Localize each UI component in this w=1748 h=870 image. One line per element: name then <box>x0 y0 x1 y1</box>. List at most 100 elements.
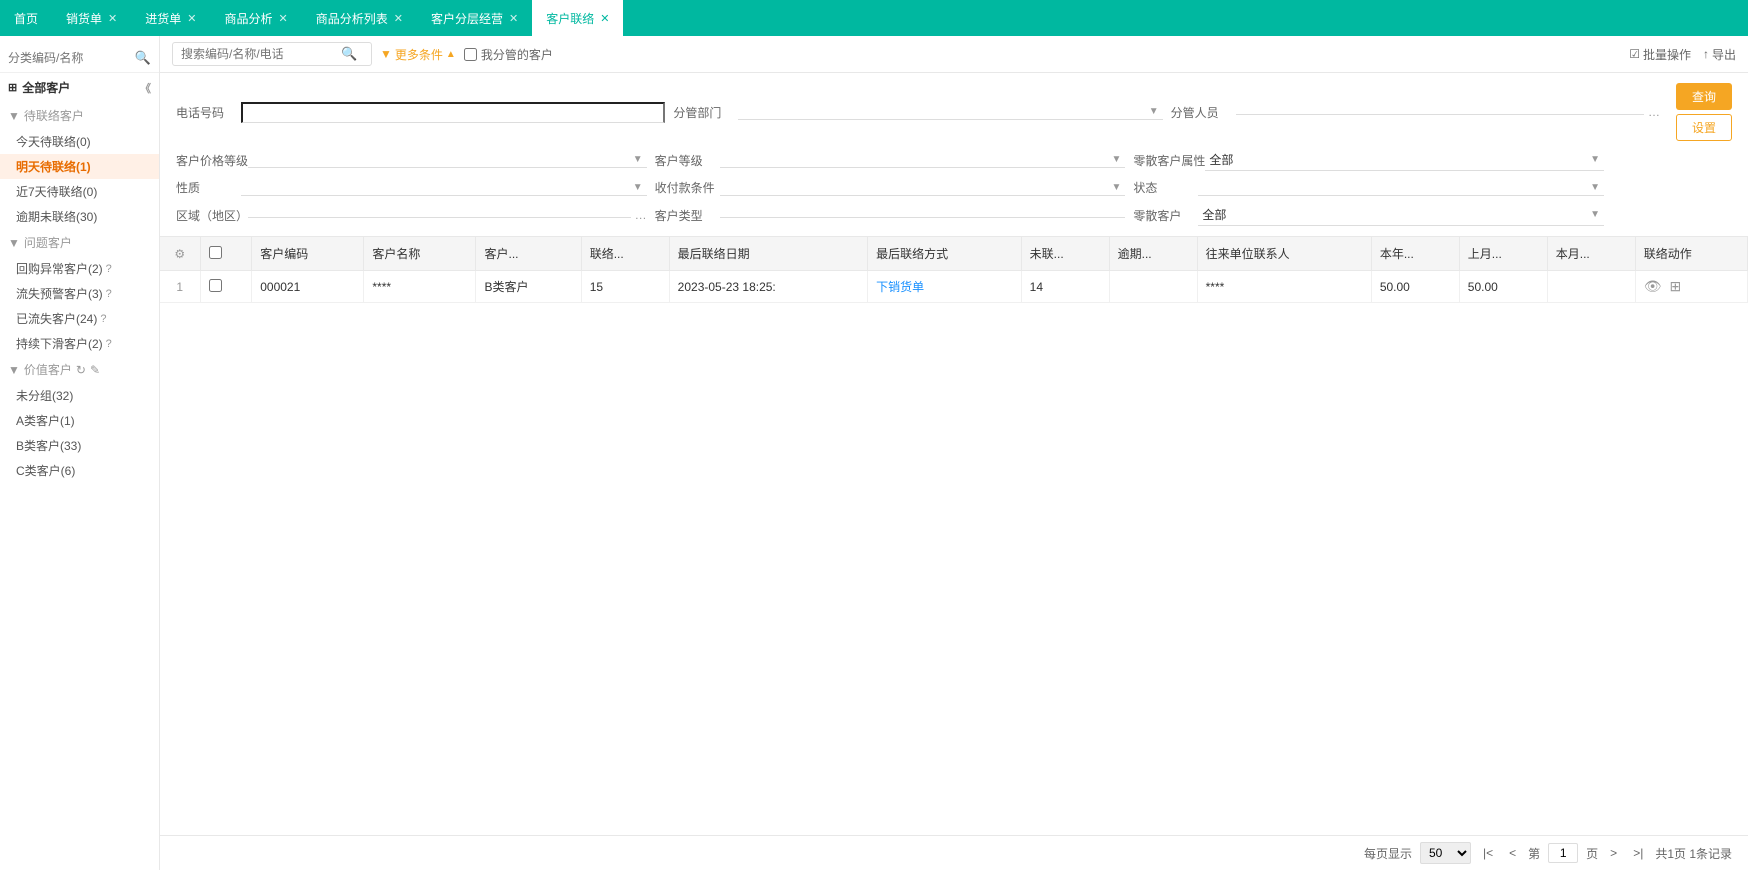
sidebar-item-a-class[interactable]: A类客户(1) <box>0 408 159 433</box>
close-icon[interactable]: ✕ <box>108 12 117 25</box>
row-contact-count: 15 <box>581 271 669 303</box>
sidebar-search-area: 🔍 <box>0 44 159 73</box>
retail-attr-filter: 零散客户属性 全部 ▼ <box>1133 149 1604 171</box>
caret-down-icon: ▼ <box>1149 106 1159 117</box>
nav-customer-contact[interactable]: 客户联络 ✕ <box>532 0 623 36</box>
sidebar-group-value: ▼ 价值客户 ↻ ✎ <box>0 356 159 383</box>
sidebar-item-today-contact[interactable]: 今天待联络(0) <box>0 129 159 154</box>
table-row: 1 000021 **** B类客户 15 2023-05-23 18:25: … <box>160 271 1748 303</box>
dept-select[interactable]: ▼ <box>738 104 1162 120</box>
person-filter: 分管人员 … <box>1171 104 1660 121</box>
page-number-input[interactable] <box>1548 843 1578 863</box>
toolbar: 🔍 ▼ 更多条件 ▲ 我分管的客户 ☑ 批量操作 ↑ 导出 <box>160 36 1748 73</box>
close-icon[interactable]: ✕ <box>600 12 609 25</box>
page-size-select[interactable]: 50 100 200 <box>1420 842 1471 864</box>
region-select[interactable] <box>248 213 631 218</box>
status-filter: 状态 ▼ <box>1133 179 1604 196</box>
last-contact-link[interactable]: 下销货单 <box>876 280 924 294</box>
grid-icon: ⊞ <box>8 81 17 94</box>
top-navigation: 首页 销货单 ✕ 进货单 ✕ 商品分析 ✕ 商品分析列表 ✕ 客户分层经营 ✕ … <box>0 0 1748 36</box>
sidebar-item-ungroup[interactable]: 未分组(32) <box>0 383 159 408</box>
row-checkbox[interactable] <box>200 271 252 303</box>
col-contact-count: 联络... <box>581 237 669 271</box>
close-icon[interactable]: ✕ <box>187 12 196 25</box>
caret-down-icon: ▼ <box>1590 154 1600 165</box>
caret-down-icon: ▼ <box>633 182 643 193</box>
nav-sales-order[interactable]: 销货单 ✕ <box>52 0 131 36</box>
customer-value-filter: 客户价格等级 ▼ <box>176 152 647 169</box>
col-setting[interactable]: ⚙ <box>160 237 200 271</box>
select-all-checkbox[interactable] <box>209 246 222 259</box>
close-icon[interactable]: ✕ <box>509 12 518 25</box>
sidebar-item-7day-contact[interactable]: 近7天待联络(0) <box>0 179 159 204</box>
sidebar-item-churn-warning[interactable]: 流失预警客户(3) ? <box>0 281 159 306</box>
sidebar: 🔍 ⊞ 全部客户 《 ▼ 待联络客户 今天待联络(0) 明天待联络(1) 近7天… <box>0 36 160 870</box>
sidebar-item-b-class[interactable]: B类客户(33) <box>0 433 159 458</box>
row-this-year: 50.00 <box>1371 271 1459 303</box>
filter-icon: ▼ <box>380 47 392 61</box>
phone-input[interactable] <box>241 102 665 123</box>
more-filters-button[interactable]: ▼ 更多条件 ▲ <box>380 46 456 63</box>
row-overdue <box>1109 271 1197 303</box>
col-last-month: 上月... <box>1459 237 1547 271</box>
nav-customer-tier[interactable]: 客户分层经营 ✕ <box>417 0 532 36</box>
my-customers-checkbox[interactable] <box>464 48 477 61</box>
batch-operation-button[interactable]: ☑ 批量操作 <box>1629 46 1691 63</box>
retail-customer-select[interactable]: 全部 ▼ <box>1198 204 1604 226</box>
more-icon[interactable]: … <box>1648 105 1660 119</box>
edit-icon[interactable]: ✎ <box>90 363 100 377</box>
col-customer-type: 客户... <box>476 237 581 271</box>
my-customers-checkbox-label[interactable]: 我分管的客户 <box>464 46 553 63</box>
col-this-year: 本年... <box>1371 237 1459 271</box>
nav-product-analysis-list[interactable]: 商品分析列表 ✕ <box>302 0 417 36</box>
row-last-contact-method[interactable]: 下销货单 <box>868 271 1022 303</box>
sidebar-item-tomorrow-contact[interactable]: 明天待联络(1) <box>0 154 159 179</box>
col-checkbox[interactable] <box>200 237 252 271</box>
filter-row-3: 性质 ▼ 收付款条件 ▼ 状态 <box>176 179 1732 196</box>
sidebar-item-repurchase-anomaly[interactable]: 回购异常客户(2) ? <box>0 256 159 281</box>
settings-icon[interactable]: ⚙ <box>174 247 185 261</box>
row-select-checkbox[interactable] <box>209 279 222 292</box>
nav-product-analysis[interactable]: 商品分析 ✕ <box>210 0 301 36</box>
sidebar-item-churned[interactable]: 已流失客户(24) ? <box>0 306 159 331</box>
refresh-icon[interactable]: ↻ <box>76 363 86 377</box>
last-page-button[interactable]: >| <box>1629 844 1647 862</box>
setting-button[interactable]: 设置 <box>1676 114 1732 141</box>
sidebar-item-overdue-contact[interactable]: 逾期未联络(30) <box>0 204 159 229</box>
search-icon[interactable]: 🔍 <box>135 50 151 66</box>
row-customer-type: B类客户 <box>476 271 581 303</box>
close-icon[interactable]: ✕ <box>394 12 403 25</box>
filter-row-4: 区域（地区） … 客户类型 零散客户 全部 ▼ <box>176 204 1732 226</box>
sidebar-item-c-class[interactable]: C类客户(6) <box>0 458 159 483</box>
first-page-button[interactable]: |< <box>1479 844 1497 862</box>
search-input[interactable] <box>181 47 341 61</box>
customer-type-select[interactable] <box>720 213 1126 218</box>
customer-value-select[interactable]: ▼ <box>248 152 647 168</box>
view-action-icon[interactable]: 👁 <box>1644 278 1662 295</box>
gender-select[interactable]: ▼ <box>241 180 647 196</box>
sidebar-all-customers[interactable]: ⊞ 全部客户 《 <box>0 73 159 102</box>
query-button[interactable]: 查询 <box>1676 83 1732 110</box>
sidebar-group-pending: ▼ 待联络客户 <box>0 102 159 129</box>
retail-attr-select[interactable]: 全部 ▼ <box>1205 149 1604 171</box>
person-select[interactable] <box>1236 110 1644 115</box>
status-select[interactable]: ▼ <box>1198 180 1604 196</box>
prev-page-button[interactable]: < <box>1505 844 1520 862</box>
info-icon: ? <box>106 288 112 300</box>
next-page-button[interactable]: > <box>1606 844 1621 862</box>
col-this-month: 本月... <box>1547 237 1635 271</box>
sidebar-group-problem: ▼ 问题客户 <box>0 229 159 256</box>
sidebar-search-input[interactable] <box>8 51 135 65</box>
export-button[interactable]: ↑ 导出 <box>1703 46 1736 63</box>
sidebar-item-declining[interactable]: 持续下滑客户(2) ? <box>0 331 159 356</box>
grid-action-icon[interactable]: ⊞ <box>1670 278 1682 295</box>
payment-select[interactable]: ▼ <box>720 180 1126 196</box>
chevron-up-icon: ▲ <box>446 49 456 60</box>
more-icon[interactable]: … <box>635 208 647 222</box>
col-contact-person: 往来单位联系人 <box>1197 237 1371 271</box>
search-icon[interactable]: 🔍 <box>341 46 357 62</box>
nav-home[interactable]: 首页 <box>0 0 52 36</box>
customer-level-select[interactable]: ▼ <box>720 152 1126 168</box>
nav-purchase-order[interactable]: 进货单 ✕ <box>131 0 210 36</box>
close-icon[interactable]: ✕ <box>279 12 288 25</box>
